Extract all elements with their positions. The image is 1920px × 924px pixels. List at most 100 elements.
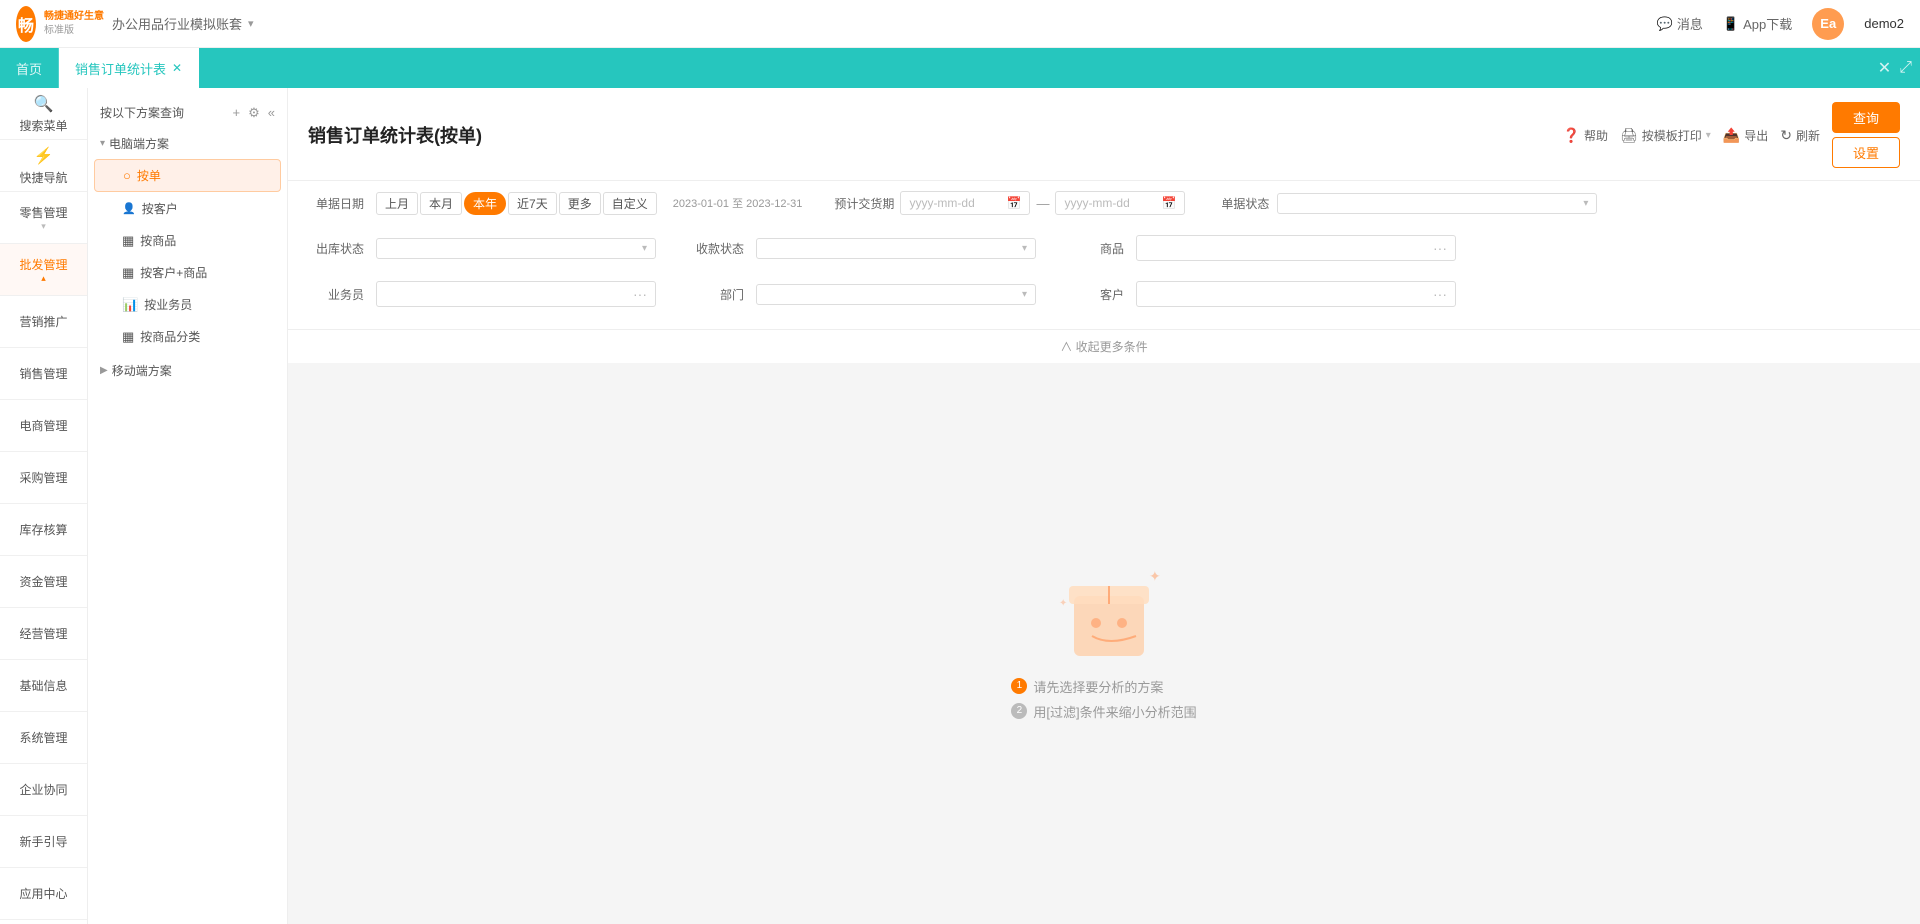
print-button[interactable]: 🖨 按模板打印 ▾ xyxy=(1620,127,1711,144)
page-header-top: 销售订单统计表(按单) ❓ 帮助 🖨 按模板打印 ▾ � xyxy=(308,102,1900,168)
date-range-hint: 2023-01-01 至 2023-12-31 xyxy=(673,195,803,211)
pay-status-select[interactable]: ▾ xyxy=(756,238,1036,259)
sidebar-item-wholesale[interactable]: 批发管理 ▴ xyxy=(0,244,87,296)
salesman-input[interactable]: ··· xyxy=(376,281,656,307)
preset-last-month[interactable]: 上月 xyxy=(376,192,418,215)
sidebar-item-enterprise[interactable]: 企业协同 xyxy=(0,764,87,816)
sidebar-item-wechat[interactable]: 企业微信 xyxy=(0,920,87,924)
preset-this-month[interactable]: 本月 xyxy=(420,192,462,215)
sidebar-item-quicknav[interactable]: ⚡ 快捷导航 xyxy=(0,140,87,192)
logo-text: 畅捷通好生意 标准版 xyxy=(44,10,104,37)
filter-row-1: 单据日期 上月 本月 本年 近7天 更多 自定义 2023-01-01 至 20… xyxy=(288,181,1920,215)
by-category-icon: ▦ xyxy=(122,329,134,345)
window-maximize-icon[interactable]: ⤢ xyxy=(1899,59,1912,77)
sidebar-item-basic[interactable]: 基础信息 xyxy=(0,660,87,712)
preset-custom[interactable]: 自定义 xyxy=(603,192,657,215)
settings-scheme-icon[interactable]: ⚙ xyxy=(248,105,260,121)
preset-last-7[interactable]: 近7天 xyxy=(508,192,557,215)
export-icon: 📤 xyxy=(1723,127,1740,144)
out-status-label: 出库状态 xyxy=(308,240,364,257)
breadcrumb-chevron-icon[interactable]: ▾ xyxy=(248,17,254,30)
search-button[interactable]: 查询 xyxy=(1832,102,1900,133)
date-presets: 上月 本月 本年 近7天 更多 自定义 xyxy=(376,192,657,215)
collapse-panel-icon[interactable]: « xyxy=(268,105,275,121)
main-layout: 🔍 搜索菜单 ⚡ 快捷导航 零售管理 ▾ 批发管理 ▴ 营销推广 销售管理 电商… xyxy=(0,88,1920,924)
sidebar-item-purchase[interactable]: 采购管理 xyxy=(0,452,87,504)
sidebar-item-retail[interactable]: 零售管理 ▾ xyxy=(0,192,87,244)
scheme-group-pc-title[interactable]: ▾ 电脑端方案 xyxy=(88,129,287,158)
filter-row-3: 业务员 ··· 部门 ▾ 客户 ··· xyxy=(288,273,1920,317)
add-scheme-icon[interactable]: + xyxy=(233,105,241,121)
messages-button[interactable]: 💬 消息 xyxy=(1657,14,1703,33)
salesman-dots-icon[interactable]: ··· xyxy=(633,286,647,302)
out-status-select[interactable]: ▾ xyxy=(376,238,656,259)
product-label: 商品 xyxy=(1068,240,1124,257)
delivery-date-start[interactable]: yyyy-mm-dd 📅 xyxy=(900,191,1030,215)
sidebar-item-operation[interactable]: 经营管理 xyxy=(0,608,87,660)
date-separator: — xyxy=(1036,196,1049,211)
download-icon: 📱 xyxy=(1723,16,1739,32)
pay-status-caret-icon: ▾ xyxy=(1022,243,1027,254)
customer-dots-icon[interactable]: ··· xyxy=(1433,286,1447,302)
scheme-item-by-category[interactable]: ▦ 按商品分类 xyxy=(94,321,281,352)
sidebar-item-system[interactable]: 系统管理 xyxy=(0,712,87,764)
sidebar-item-search[interactable]: 🔍 搜索菜单 xyxy=(0,88,87,140)
salesman-label: 业务员 xyxy=(308,286,364,303)
help-button[interactable]: ❓ 帮助 xyxy=(1563,127,1608,144)
sidebar-item-marketing[interactable]: 营销推广 xyxy=(0,296,87,348)
sidebar-item-sales[interactable]: 销售管理 xyxy=(0,348,87,400)
export-button[interactable]: 📤 导出 xyxy=(1723,127,1768,144)
empty-illustration: ✦ ✦ xyxy=(1054,561,1154,661)
window-minimize-icon[interactable]: ✕ xyxy=(1878,58,1891,78)
right-content: 销售订单统计表(按单) ❓ 帮助 🖨 按模板打印 ▾ � xyxy=(288,88,1920,924)
main-action-buttons: 查询 设置 xyxy=(1832,102,1900,168)
scheme-item-by-customer[interactable]: 👤 按客户 xyxy=(94,193,281,224)
message-icon: 💬 xyxy=(1657,16,1673,32)
preset-this-year[interactable]: 本年 xyxy=(464,192,506,215)
customer-label: 客户 xyxy=(1068,286,1124,303)
tab-home[interactable]: 首页 xyxy=(0,48,59,88)
filter-area: 单据日期 上月 本月 本年 近7天 更多 自定义 2023-01-01 至 20… xyxy=(288,181,1920,329)
delivery-date-end[interactable]: yyyy-mm-dd 📅 xyxy=(1055,191,1185,215)
customer-input[interactable]: ··· xyxy=(1136,281,1456,307)
scheme-item-by-cust-prod[interactable]: ▦ 按客户+商品 xyxy=(94,257,281,288)
breadcrumb: 办公用品行业模拟账套 ▾ xyxy=(104,14,1657,33)
top-actions: 💬 消息 📱 App下载 Ea demo2 xyxy=(1657,8,1904,40)
user-avatar[interactable]: Ea xyxy=(1812,8,1844,40)
calendar-start-icon: 📅 xyxy=(1006,196,1021,210)
product-dots-icon[interactable]: ··· xyxy=(1433,240,1447,256)
refresh-icon: ↻ xyxy=(1780,127,1792,144)
empty-hint-1: 1 请先选择要分析的方案 xyxy=(1011,677,1196,696)
status-select[interactable]: ▾ xyxy=(1277,193,1597,214)
sidebar-item-guide[interactable]: 新手引导 xyxy=(0,816,87,868)
collapse-bar[interactable]: ∧ 收起更多条件 xyxy=(288,329,1920,363)
sidebar-item-appstore[interactable]: 应用中心 xyxy=(0,868,87,920)
tab-sales-stats[interactable]: 销售订单统计表 ✕ xyxy=(59,48,199,88)
tab-close-icon[interactable]: ✕ xyxy=(172,61,182,75)
scheme-item-by-order[interactable]: ○ 按单 xyxy=(94,159,281,192)
status-caret-icon: ▾ xyxy=(1583,198,1588,209)
hint-1-num: 1 xyxy=(1011,678,1027,694)
username-label: demo2 xyxy=(1864,16,1904,31)
app-download-button[interactable]: 📱 App下载 xyxy=(1723,14,1792,33)
print-icon: 🖨 xyxy=(1620,127,1638,144)
empty-hint-2: 2 用[过滤]条件来缩小分析范围 xyxy=(1011,702,1196,721)
dept-select[interactable]: ▾ xyxy=(756,284,1036,305)
product-input[interactable]: ··· xyxy=(1136,235,1456,261)
sidebar-item-ecommerce[interactable]: 电商管理 xyxy=(0,400,87,452)
sidebar-item-inventory[interactable]: 库存核算 xyxy=(0,504,87,556)
search-icon: 🔍 xyxy=(34,94,54,114)
tab-bar: 首页 销售订单统计表 ✕ ✕ ⤢ xyxy=(0,48,1920,88)
scheme-group-mobile-title[interactable]: ▶ 移动端方案 xyxy=(88,356,287,385)
calendar-end-icon: 📅 xyxy=(1161,196,1176,210)
refresh-button[interactable]: ↻ 刷新 xyxy=(1780,127,1820,144)
status-label: 单据状态 xyxy=(1213,195,1269,212)
status-filter-group: 单据状态 ▾ xyxy=(1213,193,1900,214)
scheme-item-by-salesman[interactable]: 📊 按业务员 xyxy=(94,289,281,320)
scheme-item-by-product[interactable]: ▦ 按商品 xyxy=(94,225,281,256)
tab-bar-controls: ✕ ⤢ xyxy=(1878,48,1920,88)
sidebar-item-finance[interactable]: 资金管理 xyxy=(0,556,87,608)
preset-more[interactable]: 更多 xyxy=(559,192,601,215)
settings-button[interactable]: 设置 xyxy=(1832,137,1900,168)
app-logo[interactable]: 畅 畅捷通好生意 标准版 xyxy=(16,6,104,42)
